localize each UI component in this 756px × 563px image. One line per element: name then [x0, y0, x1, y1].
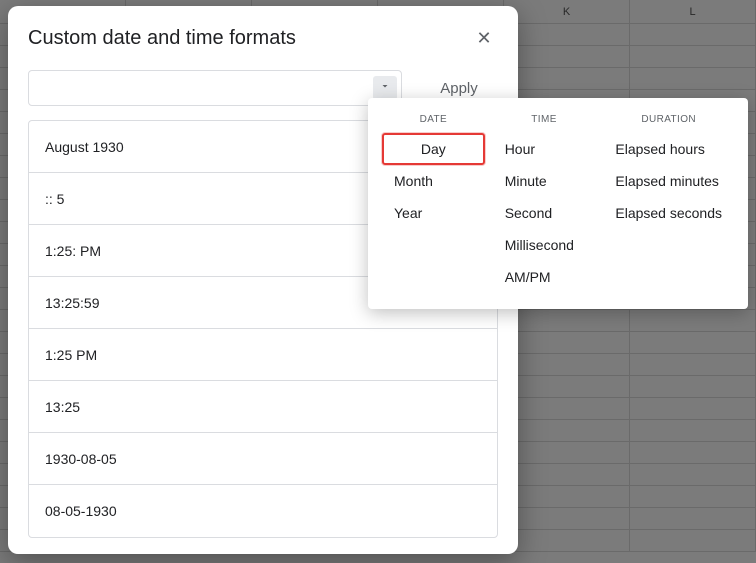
dialog-header: Custom date and time formats ✕ [28, 24, 498, 52]
dropdown-item-elapsed-seconds[interactable]: Elapsed seconds [603, 197, 734, 229]
format-parts-dropdown-button[interactable] [373, 76, 397, 100]
dropdown-heading-date: DATE [382, 110, 485, 133]
dropdown-heading-duration: DURATION [603, 110, 734, 133]
dropdown-item-day[interactable]: Day [382, 133, 485, 165]
format-input[interactable] [29, 80, 373, 96]
dropdown-item-am-pm[interactable]: AM/PM [493, 261, 596, 293]
format-sample[interactable]: 1:25 PM [29, 329, 497, 381]
dropdown-time-column: TIME HourMinuteSecondMillisecondAM/PM [493, 110, 596, 293]
format-sample[interactable]: 08-05-1930 [29, 485, 497, 537]
dropdown-heading-time: TIME [493, 110, 596, 133]
dropdown-item-millisecond[interactable]: Millisecond [493, 229, 596, 261]
format-input-container [28, 70, 402, 106]
dropdown-item-minute[interactable]: Minute [493, 165, 596, 197]
dropdown-item-month[interactable]: Month [382, 165, 485, 197]
format-sample[interactable]: 1930-08-05 [29, 433, 497, 485]
dropdown-item-elapsed-minutes[interactable]: Elapsed minutes [603, 165, 734, 197]
dialog-title: Custom date and time formats [28, 27, 296, 50]
dropdown-item-year[interactable]: Year [382, 197, 485, 229]
dropdown-duration-column: DURATION Elapsed hoursElapsed minutesEla… [603, 110, 734, 293]
dropdown-date-column: DATE DayMonthYear [382, 110, 485, 293]
close-icon[interactable]: ✕ [470, 24, 498, 52]
dropdown-item-hour[interactable]: Hour [493, 133, 596, 165]
chevron-down-icon [379, 79, 391, 97]
format-sample[interactable]: 13:25 [29, 381, 497, 433]
dropdown-item-second[interactable]: Second [493, 197, 596, 229]
dropdown-item-elapsed-hours[interactable]: Elapsed hours [603, 133, 734, 165]
format-parts-dropdown: DATE DayMonthYear TIME HourMinuteSecondM… [368, 98, 748, 309]
